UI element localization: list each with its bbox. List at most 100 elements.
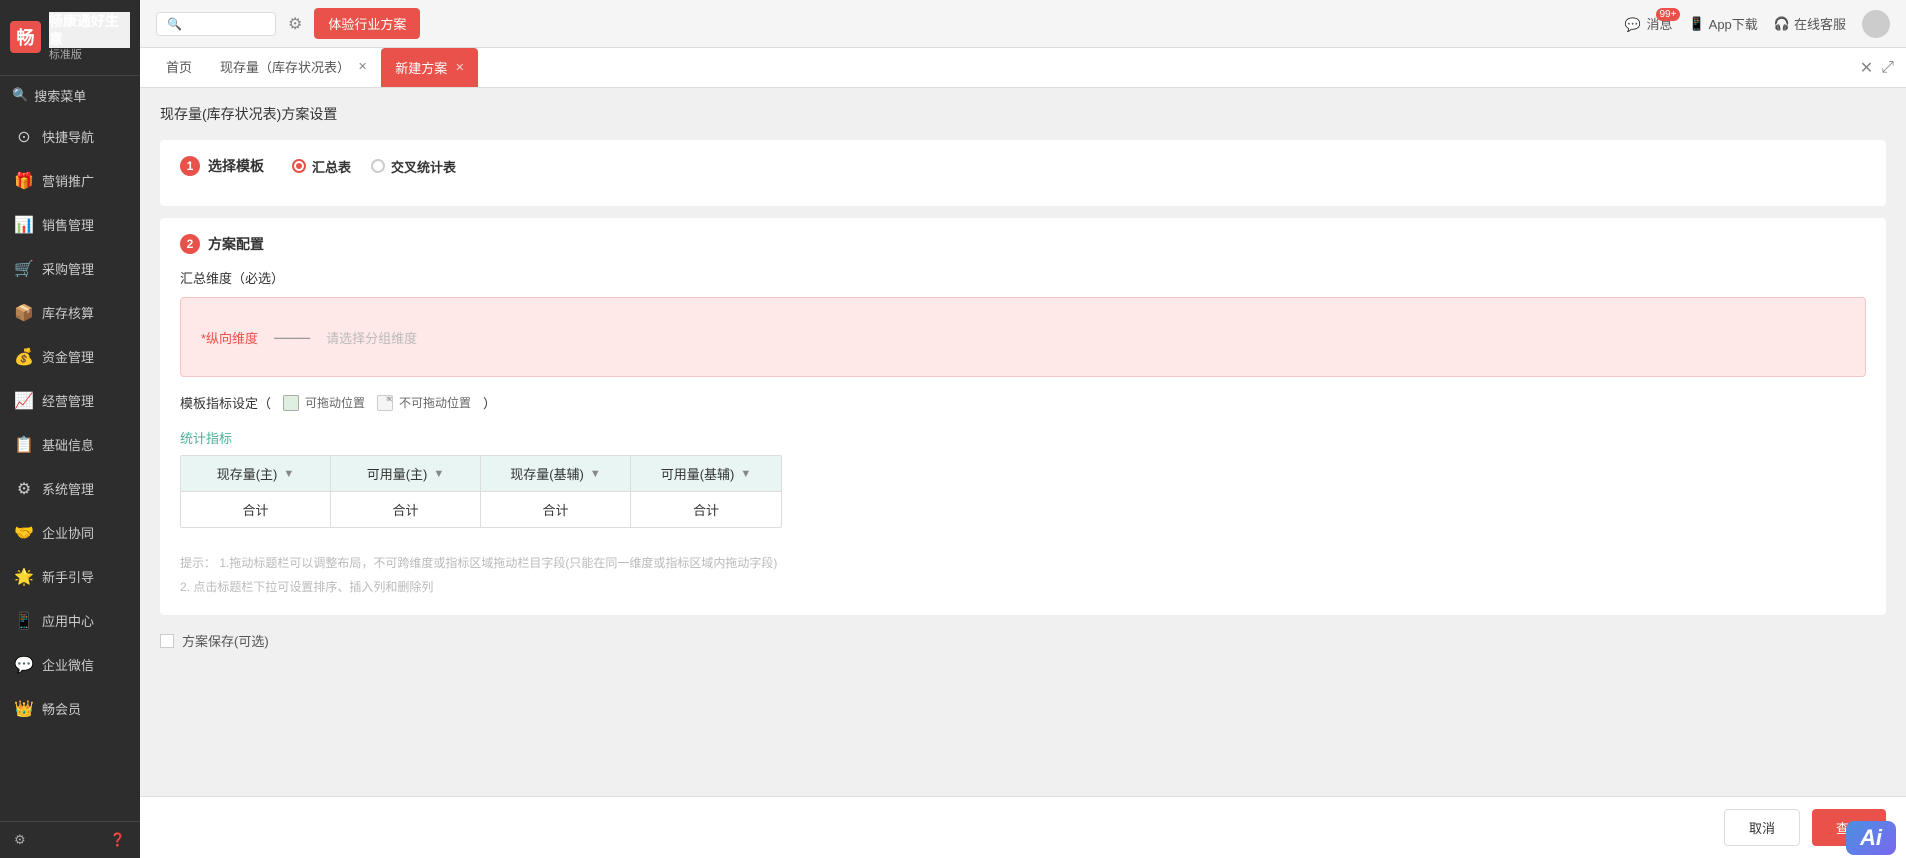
finance-icon: 💰 [14,347,34,367]
col-header-0[interactable]: 现存量(主) ▼ [181,456,331,491]
radio-cross-dot [371,159,385,173]
hints-section: 提示： 1.拖动标题栏可以调整布局，不可跨维度或指标区域拖动栏目字段(只能在同一… [180,551,1866,599]
step1-badge: 1 [180,156,200,176]
step2-section: 2 方案配置 汇总维度（必选） *纵向维度 —— 请选择分组维度 模板指标设定（… [160,218,1886,615]
cancel-button[interactable]: 取消 [1724,809,1800,846]
app-logo-text: 畅康通好生意 标准版 [49,12,130,63]
sidebar: 畅 畅康通好生意 标准版 🔍 搜索菜单 ⊙ 快捷导航 🎁 营销推广 📊 销售管理… [0,0,140,858]
member-icon: 👑 [14,699,34,719]
dimension-required: *纵向维度 [201,328,258,347]
sidebar-item-system[interactable]: ⚙ 系统管理 [0,467,140,511]
col-data-3: 合计 [631,492,781,527]
sidebar-item-guide[interactable]: 🌟 新手引导 [0,555,140,599]
settings-icon[interactable]: ⚙ [14,832,26,848]
col-header-2[interactable]: 现存量(基辅) ▼ [481,456,631,491]
app-center-icon: 📱 [14,611,34,631]
sidebar-item-cooperation[interactable]: 🤝 企业协同 [0,511,140,555]
stats-table: 现存量(主) ▼ 可用量(主) ▼ 现存量(基辅) ▼ 可用量(基辅) [180,455,782,528]
app-download-button[interactable]: 📱 App下载 [1688,14,1757,33]
online-service-button[interactable]: 🎧 在线客服 [1774,14,1846,33]
sidebar-search[interactable]: 🔍 搜索菜单 [0,76,140,115]
headset-icon: 🎧 [1774,16,1790,32]
col-header-1[interactable]: 可用量(主) ▼ [331,456,481,491]
ai-badge[interactable]: Ai [1846,821,1896,855]
main-area: 🔍 ⚙ 体验行业方案 💬 消息 99+ 📱 App下载 🎧 在线客服 [140,0,1906,858]
chevron-down-icon-2: ▼ [590,468,601,480]
message-icon: 💬 [1625,17,1641,32]
tab-new-plan[interactable]: 新建方案 ✕ [381,48,478,87]
save-checkbox[interactable] [160,634,174,648]
step2-badge: 2 [180,234,200,254]
message-button[interactable]: 💬 消息 99+ [1625,14,1673,33]
app-logo-icon: 畅 [10,21,41,53]
sidebar-item-member[interactable]: 👑 畅会员 [0,687,140,731]
purchase-icon: 🛒 [14,259,34,279]
dimension-area[interactable]: *纵向维度 —— 请选择分组维度 [180,297,1866,377]
legend-draggable: 可拖动位置 [283,394,365,411]
stats-header-row: 现存量(主) ▼ 可用量(主) ▼ 现存量(基辅) ▼ 可用量(基辅) [181,456,781,491]
topbar-right: 💬 消息 99+ 📱 App下载 🎧 在线客服 [1625,10,1890,38]
sidebar-logo: 畅 畅康通好生意 标准版 [0,0,140,76]
trial-button[interactable]: 体验行业方案 [314,8,420,39]
topbar-search-icon: 🔍 [167,17,182,31]
operations-icon: 📈 [14,391,34,411]
base-info-icon: 📋 [14,435,34,455]
sidebar-item-base-info[interactable]: 📋 基础信息 [0,423,140,467]
sidebar-item-purchase[interactable]: 🛒 采购管理 [0,247,140,291]
phone-icon: 📱 [1688,16,1704,32]
chevron-down-icon-3: ▼ [740,468,751,480]
expand-icon[interactable]: ⤢ [1881,59,1894,77]
tab-inventory-status[interactable]: 现存量（库存状况表） ✕ [206,48,381,87]
sales-icon: 📊 [14,215,34,235]
topbar-gear-icon[interactable]: ⚙ [288,14,302,34]
template-radio-group: 汇总表 交叉统计表 [292,157,456,176]
sidebar-item-marketing[interactable]: 🎁 营销推广 [0,159,140,203]
tabs-bar: 首页 现存量（库存状况表） ✕ 新建方案 ✕ ✕ ⤢ [140,48,1906,88]
dimension-placeholder: 请选择分组维度 [326,328,417,347]
radio-summary[interactable]: 汇总表 [292,157,351,176]
col-data-0: 合计 [181,492,331,527]
topbar: 🔍 ⚙ 体验行业方案 💬 消息 99+ 📱 App下载 🎧 在线客服 [140,0,1906,48]
user-avatar[interactable] [1862,10,1890,38]
save-label: 方案保存(可选) [182,631,269,650]
step1-title: 1 选择模板 汇总表 交叉统计表 [180,156,1866,176]
col-data-1: 合计 [331,492,481,527]
sidebar-footer: ⚙ ❓ [0,821,140,858]
draggable-legend-box [283,395,299,411]
help-icon[interactable]: ❓ [110,832,126,848]
chevron-down-icon-0: ▼ [283,468,294,480]
bottom-bar: 取消 查询 [140,796,1906,858]
stats-title: 统计指标 [180,428,1866,447]
close-panel-icon[interactable]: ✕ [1860,58,1873,78]
fixed-legend-box: ✕ [377,395,393,411]
radio-cross[interactable]: 交叉统计表 [371,157,456,176]
topbar-search[interactable]: 🔍 [156,12,276,36]
wechat-icon: 💬 [14,655,34,675]
hint-1: 提示： 1.拖动标题栏可以调整布局，不可跨维度或指标区域拖动栏目字段(只能在同一… [180,551,1866,575]
hint-2: 2. 点击标题栏下拉可设置排序、插入列和删除列 [180,575,1866,599]
indicators-label: 模板指标设定（ 可拖动位置 ✕ 不可拖动位置 ） [180,393,1866,412]
sidebar-item-sales[interactable]: 📊 销售管理 [0,203,140,247]
sidebar-item-finance[interactable]: 💰 资金管理 [0,335,140,379]
sidebar-item-quick-nav[interactable]: ⊙ 快捷导航 [0,115,140,159]
tab-inventory-close-icon[interactable]: ✕ [358,60,367,73]
sidebar-item-app-center[interactable]: 📱 应用中心 [0,599,140,643]
step2-title: 2 方案配置 [180,234,1866,254]
col-header-3[interactable]: 可用量(基辅) ▼ [631,456,781,491]
dimension-label: 汇总维度（必选） [180,268,1866,287]
guide-icon: 🌟 [14,567,34,587]
dimension-dash: —— [274,327,310,348]
tab-new-plan-close-icon[interactable]: ✕ [455,61,464,74]
quick-nav-icon: ⊙ [14,127,34,147]
radio-summary-dot [292,159,306,173]
search-icon: 🔍 [12,87,28,103]
sidebar-item-operations[interactable]: 📈 经营管理 [0,379,140,423]
inventory-icon: 📦 [14,303,34,323]
topbar-left: 🔍 ⚙ 体验行业方案 [156,8,420,39]
col-data-2: 合计 [481,492,631,527]
stats-section: 统计指标 现存量(主) ▼ 可用量(主) ▼ 现存量(基辅) [180,428,1866,531]
sidebar-item-inventory[interactable]: 📦 库存核算 [0,291,140,335]
tab-home[interactable]: 首页 [152,48,206,87]
cooperation-icon: 🤝 [14,523,34,543]
sidebar-item-wechat[interactable]: 💬 企业微信 [0,643,140,687]
